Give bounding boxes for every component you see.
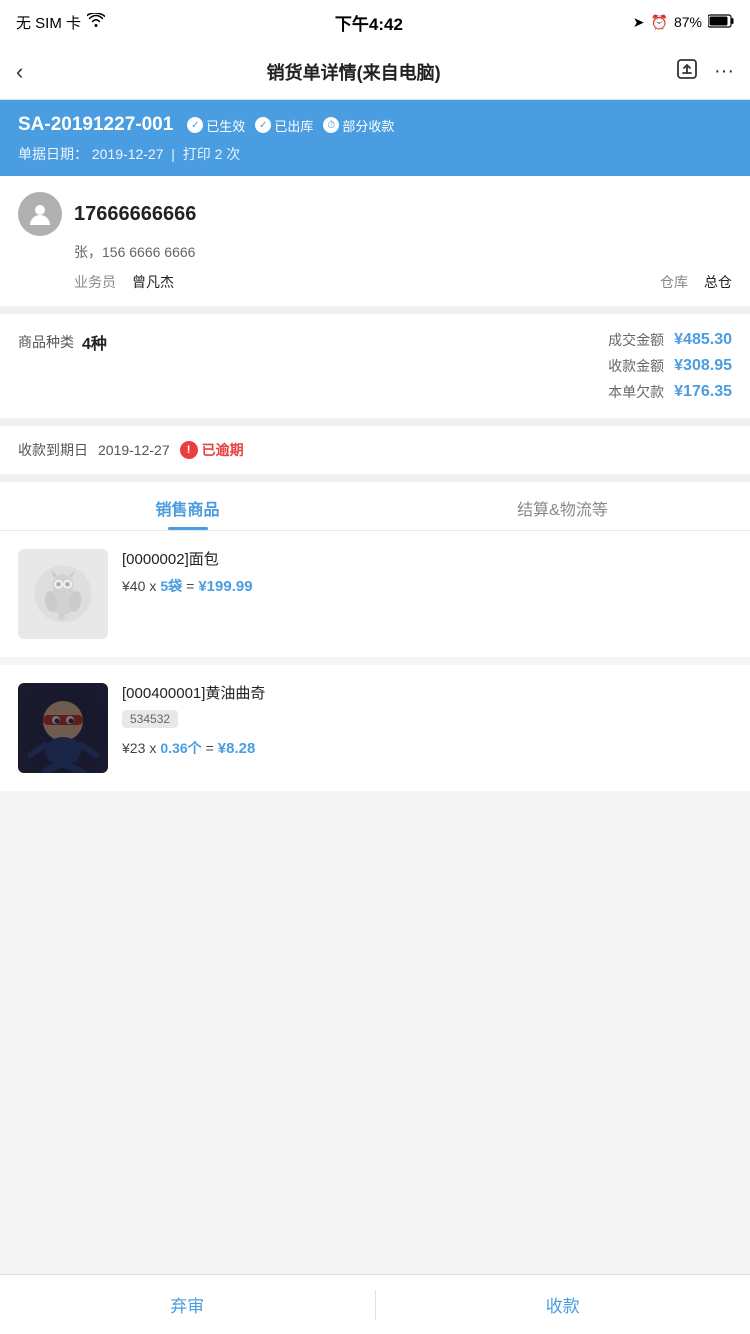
tag-effective: ✓ 已生效 xyxy=(187,116,245,135)
overdue-text: 已逾期 xyxy=(202,440,244,460)
tag-partial: ⏱ 部分收款 xyxy=(323,116,394,135)
nav-bar: ‹ 销货单详情(来自电脑) ··· xyxy=(0,44,750,100)
check-icon-shipped: ✓ xyxy=(255,117,271,133)
salesman-value: 曾凡杰 xyxy=(132,272,174,292)
status-time: 下午4:42 xyxy=(335,10,403,35)
products-section: 兽+ [0000002]面包 ¥40 x 5袋 = ¥199.99 xyxy=(0,531,750,867)
wifi-icon xyxy=(87,13,105,31)
status-bar: 无 SIM 卡 下午4:42 ➤ ⏰ 87% xyxy=(0,0,750,44)
battery-label: 87% xyxy=(674,14,702,30)
debt-row: 本单欠款 ¥176.35 xyxy=(608,382,732,402)
category-count: 4种 xyxy=(82,330,107,354)
order-number: SA-20191227-001 xyxy=(18,114,173,136)
tabs-section: 销售商品 结算&物流等 xyxy=(0,482,750,531)
tabs-row: 销售商品 结算&物流等 xyxy=(0,482,750,530)
customer-section: 17666666666 张，156 6666 6666 业务员 曾凡杰 仓库 总… xyxy=(0,176,750,314)
category-label: 商品种类 xyxy=(18,332,74,352)
check-icon-effective: ✓ xyxy=(187,117,203,133)
due-section: 收款到期日 2019-12-27 ! 已逾期 xyxy=(0,426,750,482)
debt-value: ¥176.35 xyxy=(674,383,732,401)
product-price-1: ¥40 xyxy=(122,578,145,594)
salesman-label: 业务员 xyxy=(74,272,116,292)
page-title: 销货单详情(来自电脑) xyxy=(31,59,676,85)
status-left: 无 SIM 卡 xyxy=(16,12,105,33)
receipt-amount-row: 收款金额 ¥308.95 xyxy=(608,356,732,376)
product-qty-1: 5袋 xyxy=(160,576,182,596)
customer-contact: 张，156 6666 6666 xyxy=(74,242,732,262)
alarm-icon: ⏰ xyxy=(651,14,668,31)
product-sku-2: 534532 xyxy=(122,710,178,728)
back-button[interactable]: ‹ xyxy=(8,51,31,93)
product-name-1: [0000002]面包 xyxy=(122,549,732,570)
stats-right: 成交金额 ¥485.30 收款金额 ¥308.95 本单欠款 ¥176.35 xyxy=(608,330,732,402)
debt-label: 本单欠款 xyxy=(608,382,664,402)
product-card: 兽+ [0000002]面包 ¥40 x 5袋 = ¥199.99 xyxy=(0,531,750,657)
product-total-2: ¥8.28 xyxy=(218,740,256,757)
stats-left: 商品种类 4种 xyxy=(18,330,107,354)
battery-icon xyxy=(708,14,734,31)
product-pricing-2: ¥23 x 0.36个 = ¥8.28 xyxy=(122,738,732,758)
status-right: ➤ ⏰ 87% xyxy=(633,14,734,31)
customer-top: 17666666666 xyxy=(18,192,732,236)
customer-id: 17666666666 xyxy=(74,203,196,226)
collect-button[interactable]: 收款 xyxy=(376,1275,750,1334)
due-date-value: 2019-12-27 xyxy=(98,442,170,458)
product-image-2 xyxy=(18,683,108,773)
product-info-2: [000400001]黄油曲奇 534532 ¥23 x 0.36个 = ¥8.… xyxy=(122,683,732,758)
warehouse-label: 仓库 xyxy=(660,272,688,292)
deal-amount-value: ¥485.30 xyxy=(674,331,732,349)
product-card-2: [000400001]黄油曲奇 534532 ¥23 x 0.36个 = ¥8.… xyxy=(0,665,750,791)
order-date: 单据日期： 2019-12-27 | 打印 2 次 xyxy=(18,144,732,164)
customer-avatar xyxy=(18,192,62,236)
product-info-1: [0000002]面包 ¥40 x 5袋 = ¥199.99 xyxy=(122,549,732,596)
order-tags: ✓ 已生效 ✓ 已出库 ⏱ 部分收款 xyxy=(187,116,394,135)
deal-amount-label: 成交金额 xyxy=(608,330,664,350)
reject-button[interactable]: 弃审 xyxy=(0,1275,375,1334)
nav-actions: ··· xyxy=(676,58,734,86)
tag-shipped: ✓ 已出库 xyxy=(255,116,313,135)
overdue-icon: ! xyxy=(180,441,198,459)
more-button[interactable]: ··· xyxy=(714,60,734,83)
category-row: 商品种类 4种 xyxy=(18,330,107,354)
overdue-badge: ! 已逾期 xyxy=(180,440,244,460)
product-pricing-1: ¥40 x 5袋 = ¥199.99 xyxy=(122,576,732,596)
product-total-1: ¥199.99 xyxy=(198,578,252,595)
product-price-2: ¥23 xyxy=(122,740,145,756)
product-image-1: 兽+ xyxy=(18,549,108,639)
customer-meta: 业务员 曾凡杰 仓库 总仓 xyxy=(74,272,732,292)
location-icon: ➤ xyxy=(633,14,645,31)
receipt-amount-label: 收款金额 xyxy=(608,356,664,376)
due-date-label: 收款到期日 xyxy=(18,440,88,460)
order-banner: SA-20191227-001 ✓ 已生效 ✓ 已出库 ⏱ 部分收款 单据日期：… xyxy=(0,100,750,176)
deal-amount-row: 成交金额 ¥485.30 xyxy=(608,330,732,350)
product-qty-2: 0.36个 xyxy=(160,738,201,758)
tab-settlement[interactable]: 结算&物流等 xyxy=(375,482,750,530)
warehouse-value: 总仓 xyxy=(704,272,732,292)
stats-section: 商品种类 4种 成交金额 ¥485.30 收款金额 ¥308.95 本单欠款 ¥… xyxy=(0,314,750,426)
tab-sales-products[interactable]: 销售商品 xyxy=(0,482,375,530)
receipt-amount-value: ¥308.95 xyxy=(674,357,732,375)
product-name-2: [000400001]黄油曲奇 xyxy=(122,683,732,704)
bottom-bar: 弃审 收款 xyxy=(0,1274,750,1334)
carrier-label: 无 SIM 卡 xyxy=(16,12,81,33)
clock-icon-partial: ⏱ xyxy=(323,117,339,133)
share-button[interactable] xyxy=(676,58,698,86)
